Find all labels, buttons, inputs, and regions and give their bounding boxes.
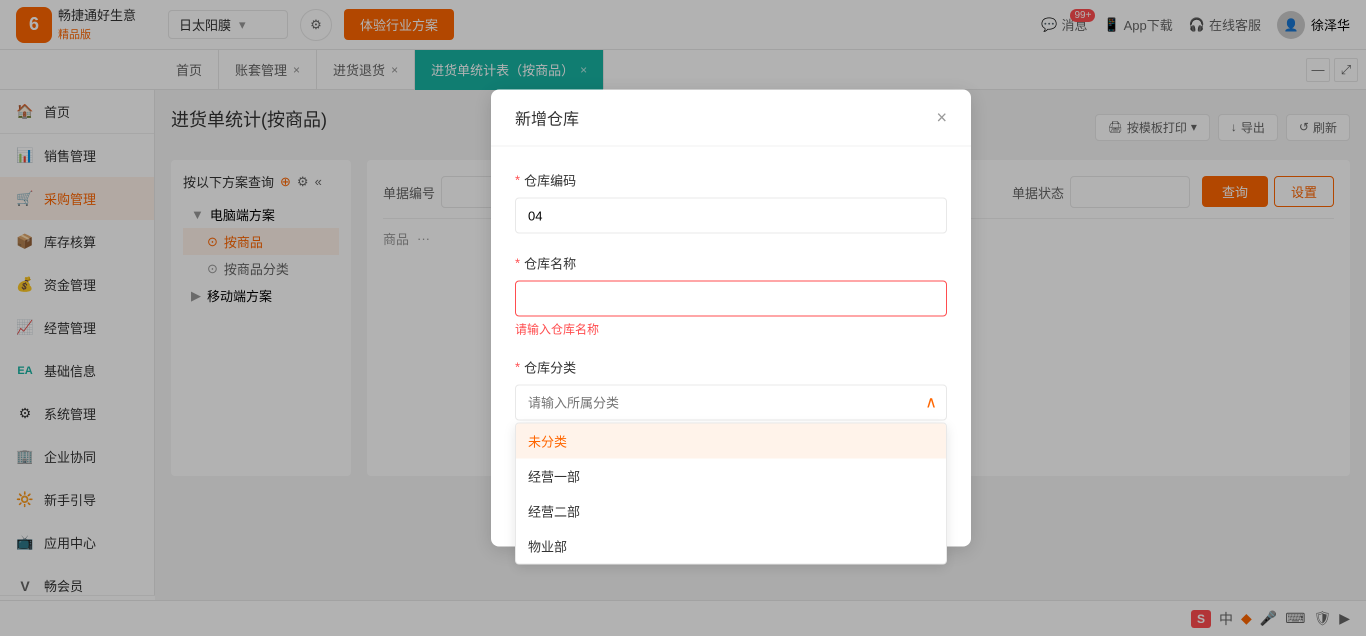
dialog-title: 新增仓库	[515, 106, 579, 130]
name-error-msg: 请输入仓库名称	[515, 321, 947, 338]
dialog-header: 新增仓库 ×	[491, 90, 971, 147]
name-input[interactable]	[515, 281, 947, 317]
name-label-row: * 仓库名称	[515, 254, 947, 273]
code-label-row: * 仓库编码	[515, 171, 947, 190]
category-select-wrap: ∧ 未分类 经营一部 经营二部 物业部	[515, 385, 947, 421]
dropdown-item-property[interactable]: 物业部	[516, 529, 946, 564]
field-warehouse-category: * 仓库分类 ∧ 未分类 经营一部 经营二部 物业部	[515, 358, 947, 421]
category-label: 仓库分类	[524, 358, 576, 377]
dropdown-item-unclassified[interactable]: 未分类	[516, 424, 946, 459]
name-label: 仓库名称	[524, 254, 576, 273]
field-warehouse-name: * 仓库名称 请输入仓库名称	[515, 254, 947, 338]
dropdown-item-dept1[interactable]: 经营一部	[516, 459, 946, 494]
field-warehouse-code: * 仓库编码	[515, 171, 947, 234]
dropdown-item-dept2[interactable]: 经营二部	[516, 494, 946, 529]
dialog-body: * 仓库编码 * 仓库名称 请输入仓库名称 * 仓库分类 ∧	[491, 147, 971, 496]
category-input[interactable]	[515, 385, 947, 421]
code-input[interactable]	[515, 198, 947, 234]
category-required: *	[515, 360, 520, 375]
new-warehouse-dialog: 新增仓库 × * 仓库编码 * 仓库名称 请输入仓库名称 * 仓库分类	[491, 90, 971, 547]
dialog-close-btn[interactable]: ×	[936, 107, 947, 128]
category-label-row: * 仓库分类	[515, 358, 947, 377]
code-required: *	[515, 173, 520, 188]
name-required: *	[515, 256, 520, 271]
code-label: 仓库编码	[524, 171, 576, 190]
category-dropdown: 未分类 经营一部 经营二部 物业部	[515, 423, 947, 565]
